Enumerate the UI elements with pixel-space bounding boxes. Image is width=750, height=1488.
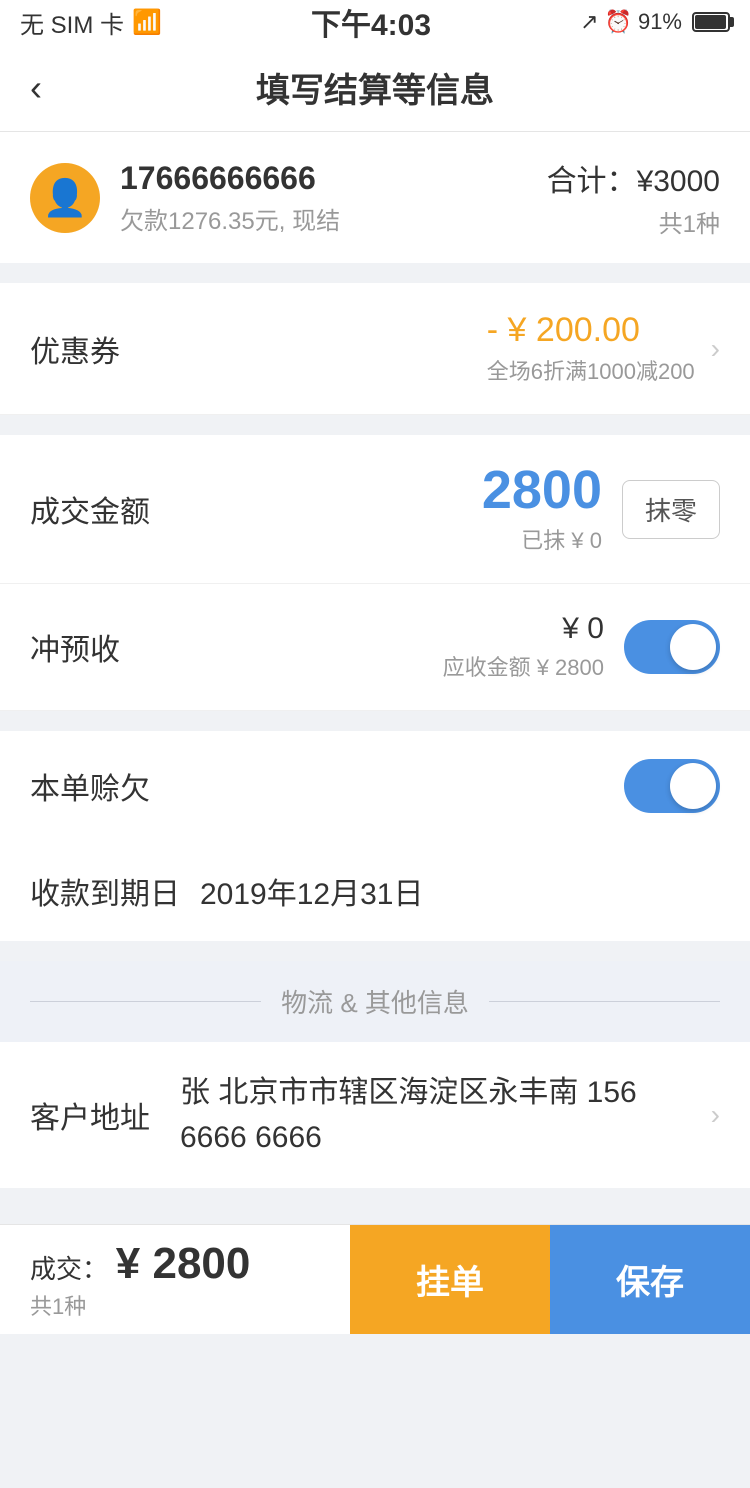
status-time: 下午4:03: [311, 0, 431, 44]
bottom-summary-amount: ¥ 2800: [116, 1239, 251, 1288]
prepay-toggle-knob: [670, 624, 716, 670]
amount-value-block: 2800 已抹 ¥ 0: [482, 463, 602, 555]
status-left: 无 SIM 卡 📶: [20, 5, 162, 40]
date-label: 收款到期日: [30, 869, 180, 913]
debit-toggle-knob: [670, 763, 716, 809]
debit-toggle[interactable]: [624, 759, 720, 813]
bottom-summary-count: 共1种: [30, 1289, 320, 1321]
section-gap-4: [0, 941, 750, 961]
battery-icon: [692, 12, 730, 32]
section-gap-2: [0, 415, 750, 435]
address-row[interactable]: 客户地址 张 北京市市辖区海淀区永丰南 156 6666 6666 ›: [0, 1042, 750, 1188]
prepay-row: 冲预收 ¥ 0 应收金额 ¥ 2800: [0, 584, 750, 711]
chevron-right-icon: ›: [711, 333, 720, 365]
customer-card: 👤 17666666666 欠款1276.35元, 现结 合计：¥3000 共1…: [0, 132, 750, 263]
prepay-desc: 应收金额 ¥ 2800: [443, 650, 604, 682]
header-line-left: [30, 1001, 261, 1002]
section-gap-3: [0, 711, 750, 731]
address-value: 张 北京市市辖区海淀区永丰南 156 6666 6666: [180, 1070, 711, 1160]
customer-right: 合计：¥3000 共1种: [547, 156, 720, 239]
header-line-right: [489, 1001, 720, 1002]
amount-row: 成交金额 2800 已抹 ¥ 0 抹零: [0, 435, 750, 584]
status-bar: 无 SIM 卡 📶 下午4:03 ↗ ⏰ 91%: [0, 0, 750, 44]
back-button[interactable]: ‹: [30, 67, 42, 109]
date-value: 2019年12月31日: [200, 869, 423, 913]
address-chevron-icon: ›: [711, 1099, 720, 1131]
logistics-header-text: 物流 & 其他信息: [281, 983, 469, 1020]
amount-right: 2800 已抹 ¥ 0 抹零: [482, 463, 720, 555]
date-row: 收款到期日 2019年12月31日: [0, 841, 750, 941]
battery-percent: 91%: [638, 9, 682, 35]
order-count: 共1种: [547, 204, 720, 239]
prepay-label: 冲预收: [30, 625, 120, 669]
carrier-text: 无 SIM 卡: [20, 5, 124, 40]
amount-big: 2800: [482, 463, 602, 517]
bottom-summary: 成交： ¥ 2800 共1种: [0, 1225, 350, 1334]
coupon-discount-amount: - ¥ 200.00: [487, 311, 695, 350]
customer-left: 👤 17666666666 欠款1276.35元, 现结: [30, 160, 340, 236]
nav-bar: ‹ 填写结算等信息: [0, 44, 750, 132]
prepay-right: ¥ 0 应收金额 ¥ 2800: [443, 612, 720, 682]
save-button[interactable]: 保存: [550, 1225, 750, 1334]
alarm-icon: ⏰: [605, 9, 632, 35]
customer-info: 17666666666 欠款1276.35元, 现结: [120, 160, 340, 236]
section-gap-1: [0, 263, 750, 283]
customer-phone: 17666666666: [120, 160, 340, 197]
wifi-icon: 📶: [132, 8, 162, 37]
bottom-bar: 成交： ¥ 2800 共1种 挂单 保存: [0, 1224, 750, 1334]
amount-label: 成交金额: [30, 487, 150, 531]
debit-label: 本单赊欠: [30, 764, 150, 808]
bottom-summary-label: 成交：: [30, 1254, 108, 1284]
coupon-label: 优惠券: [30, 327, 120, 371]
round-zero-button[interactable]: 抹零: [622, 480, 720, 539]
debit-row: 本单赊欠: [0, 731, 750, 841]
prepay-toggle[interactable]: [624, 620, 720, 674]
status-right: ↗ ⏰ 91%: [580, 9, 730, 35]
location-icon: ↗: [580, 9, 598, 35]
prepay-value-block: ¥ 0 应收金额 ¥ 2800: [443, 612, 604, 682]
logistics-section-header: 物流 & 其他信息: [0, 961, 750, 1042]
hang-order-button[interactable]: 挂单: [350, 1225, 550, 1334]
amount-sub: 已抹 ¥ 0: [482, 523, 602, 555]
avatar: 👤: [30, 163, 100, 233]
address-label: 客户地址: [30, 1093, 150, 1137]
bottom-summary-line1: 成交： ¥ 2800: [30, 1239, 320, 1289]
page-title: 填写结算等信息: [256, 63, 494, 112]
order-total: 合计：¥3000: [547, 156, 720, 200]
customer-debt: 欠款1276.35元, 现结: [120, 201, 340, 236]
coupon-row[interactable]: 优惠券 - ¥ 200.00 全场6折满1000减200 ›: [0, 283, 750, 415]
coupon-discount-desc: 全场6折满1000减200: [487, 354, 695, 386]
coupon-right: - ¥ 200.00 全场6折满1000减200 ›: [487, 311, 720, 386]
prepay-amount: ¥ 0: [443, 612, 604, 646]
